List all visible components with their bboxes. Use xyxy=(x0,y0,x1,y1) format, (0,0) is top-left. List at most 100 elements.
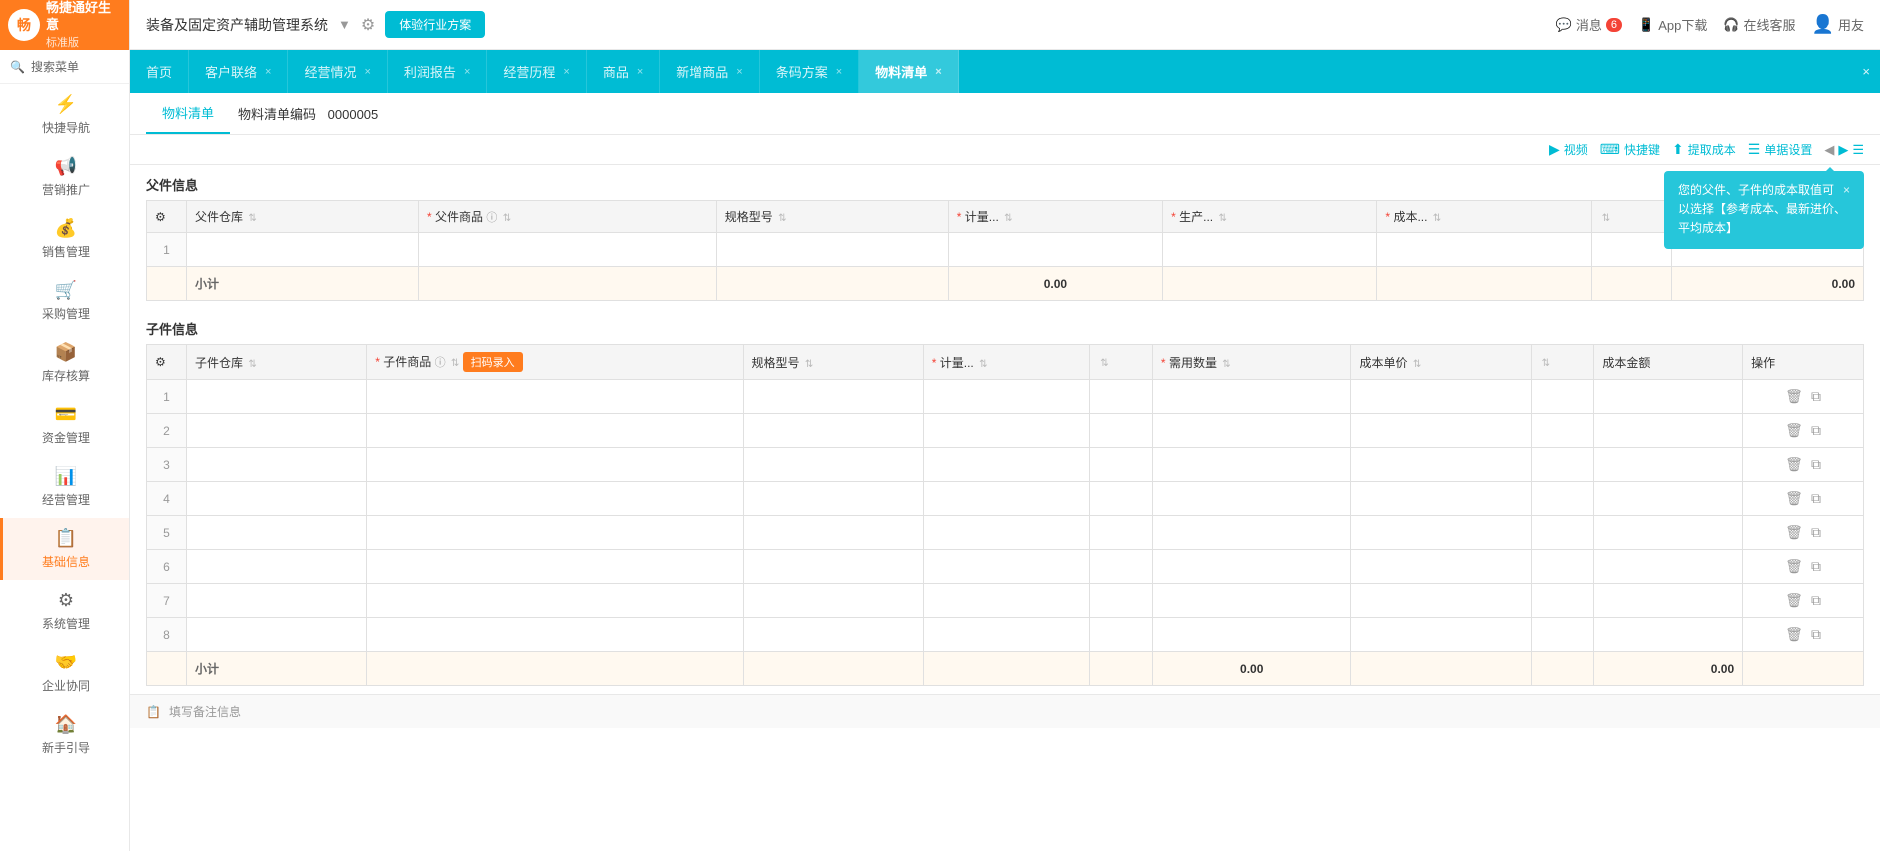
tab-operation-status[interactable]: 经营情况 × xyxy=(288,50,387,93)
tab-add-goods[interactable]: 新增商品 × xyxy=(660,50,759,93)
tab-barcode[interactable]: 条码方案 × xyxy=(760,50,859,93)
delete-icon[interactable]: 🗑 xyxy=(1785,490,1803,507)
tab-operation-history[interactable]: 经营历程 × xyxy=(487,50,586,93)
sidebar-item-marketing[interactable]: 📢 营销推广 xyxy=(0,146,129,208)
tab-home[interactable]: 首页 xyxy=(130,50,189,93)
child-goods-1[interactable] xyxy=(367,380,743,414)
child-quantity-1[interactable] xyxy=(1152,380,1351,414)
child-unitcost-1[interactable] xyxy=(1351,380,1531,414)
copy-icon[interactable]: ⧉ xyxy=(1811,558,1821,575)
copy-icon[interactable]: ⧉ xyxy=(1811,456,1821,473)
app-download-item[interactable]: 📱 App下载 xyxy=(1638,15,1707,34)
experience-btn[interactable]: 体验行业方案 xyxy=(385,11,485,38)
parent-subtotal-label xyxy=(147,267,187,301)
toolbar: ▶ 视频 ⌨ 快捷键 ⬆ 提取成本 ☰ 单据设置 ◀ ▶ ☰ × xyxy=(130,135,1880,165)
sidebar-item-operation[interactable]: 📊 经营管理 xyxy=(0,456,129,518)
tab-customer-close[interactable]: × xyxy=(265,66,271,78)
parent-spec-cell[interactable] xyxy=(716,233,948,267)
parent-cost-cell[interactable] xyxy=(1377,233,1591,267)
child-spec-1[interactable] xyxy=(743,380,923,414)
delete-icon[interactable]: 🗑 xyxy=(1785,422,1803,439)
child-spec-2[interactable] xyxy=(743,414,923,448)
online-service-item[interactable]: 🎧 在线客服 xyxy=(1723,15,1795,34)
extract-cost-btn[interactable]: ⬆ 提取成本 xyxy=(1672,141,1736,158)
sort-icon3: ⇅ xyxy=(778,213,786,224)
sidebar-item-enterprise[interactable]: 🤝 企业协同 xyxy=(0,642,129,704)
parent-col-settings[interactable]: ⚙ xyxy=(147,201,187,233)
sidebar-item-guide[interactable]: 🏠 新手引导 xyxy=(0,704,129,766)
delete-icon[interactable]: 🗑 xyxy=(1785,626,1803,643)
note-placeholder[interactable]: 填写备注信息 xyxy=(169,703,241,720)
prev-icon[interactable]: ◀ xyxy=(1824,142,1834,158)
sidebar-item-inventory[interactable]: 📦 库存核算 xyxy=(0,332,129,394)
sort-icon: ⇅ xyxy=(248,213,256,224)
hotkey-btn[interactable]: ⌨ 快捷键 xyxy=(1600,141,1660,158)
settings-icon[interactable]: ⚙ xyxy=(361,15,375,35)
delete-icon[interactable]: 🗑 xyxy=(1785,388,1803,405)
delete-icon[interactable]: 🗑 xyxy=(1785,558,1803,575)
sidebar-item-quick-nav[interactable]: ⚡ 快捷导航 xyxy=(0,84,129,146)
pagination-controls: ◀ ▶ ☰ xyxy=(1824,142,1864,158)
child-table: ⚙ 子件仓库 ⇅ * 子件商品 ⓘ ⇅ 扫码录入 xyxy=(146,344,1864,686)
tab-operation-close[interactable]: × xyxy=(364,66,370,78)
next-icon[interactable]: ▶ xyxy=(1838,142,1848,158)
parent-goods-cell[interactable] xyxy=(418,233,716,267)
delete-icon[interactable]: 🗑 xyxy=(1785,524,1803,541)
search-menu[interactable]: 🔍 搜索菜单 xyxy=(0,50,129,84)
delete-icon[interactable]: 🗑 xyxy=(1785,456,1803,473)
sidebar-item-sales[interactable]: 💰 销售管理 xyxy=(0,208,129,270)
child-unit-2[interactable] xyxy=(923,414,1090,448)
sub-tabs-bar: 物料清单 物料清单编码 0000005 xyxy=(130,93,1880,135)
search-icon: 🔍 xyxy=(10,60,25,74)
delete-icon[interactable]: 🗑 xyxy=(1785,592,1803,609)
system-title: 装备及固定资产辅助管理系统 xyxy=(146,15,328,35)
parent-production-cell[interactable] xyxy=(1163,233,1377,267)
tab-barcode-close[interactable]: × xyxy=(836,66,842,78)
child-unit-1[interactable] xyxy=(923,380,1090,414)
child-unitcost-2[interactable] xyxy=(1351,414,1531,448)
tooltip-close[interactable]: × xyxy=(1843,181,1850,200)
user-item[interactable]: 👤 用友 xyxy=(1812,14,1864,35)
child-quantity-2[interactable] xyxy=(1152,414,1351,448)
list-view-icon[interactable]: ☰ xyxy=(1852,142,1864,158)
close-all-tabs[interactable]: × xyxy=(1852,52,1880,91)
row-num: 8 xyxy=(147,618,187,652)
child-col-actions: 操作 xyxy=(1743,345,1864,380)
child-warehouse-2[interactable] xyxy=(187,414,367,448)
copy-icon[interactable]: ⧉ xyxy=(1811,388,1821,405)
copy-icon[interactable]: ⧉ xyxy=(1811,524,1821,541)
scan-btn[interactable]: 扫码录入 xyxy=(463,352,523,372)
tab-bom[interactable]: 物料清单 × xyxy=(859,50,958,93)
row-num: 7 xyxy=(147,584,187,618)
message-item[interactable]: 💬 消息 6 xyxy=(1556,15,1622,34)
tab-goods-close[interactable]: × xyxy=(637,66,643,78)
sub-tab-bom-list[interactable]: 物料清单 xyxy=(146,93,230,134)
tab-bom-close[interactable]: × xyxy=(935,66,941,78)
copy-icon[interactable]: ⧉ xyxy=(1811,490,1821,507)
tab-profit-report[interactable]: 利润报告 × xyxy=(388,50,487,93)
child-warehouse-1[interactable] xyxy=(187,380,367,414)
child-goods-2[interactable] xyxy=(367,414,743,448)
copy-icon[interactable]: ⧉ xyxy=(1811,592,1821,609)
sidebar-item-purchase[interactable]: 🛒 采购管理 xyxy=(0,270,129,332)
table-row: 6 🗑 ⧉ xyxy=(147,550,1864,584)
child-actions-1: 🗑 ⧉ xyxy=(1743,380,1864,414)
nav-tabs: 首页 客户联络 × 经营情况 × 利润报告 × 经营历程 × 商品 × 新增商品… xyxy=(130,50,1880,93)
sidebar-item-system[interactable]: ⚙ 系统管理 xyxy=(0,580,129,642)
video-btn[interactable]: ▶ 视频 xyxy=(1549,141,1588,158)
child-col-settings[interactable]: ⚙ xyxy=(147,345,187,380)
parent-warehouse-cell[interactable] xyxy=(187,233,419,267)
parent-col-unit: * 计量... ⇅ xyxy=(948,201,1162,233)
copy-icon[interactable]: ⧉ xyxy=(1811,626,1821,643)
copy-icon[interactable]: ⧉ xyxy=(1811,422,1821,439)
parent-unit-cell[interactable] xyxy=(948,233,1162,267)
sidebar-item-basic-info[interactable]: 📋 基础信息 xyxy=(0,518,129,580)
tab-history-close[interactable]: × xyxy=(563,66,569,78)
tab-goods[interactable]: 商品 × xyxy=(587,50,660,93)
tab-customer[interactable]: 客户联络 × xyxy=(189,50,288,93)
tab-profit-close[interactable]: × xyxy=(464,66,470,78)
header-right: 💬 消息 6 📱 App下载 🎧 在线客服 👤 用友 xyxy=(1556,14,1864,35)
sidebar-item-finance[interactable]: 💳 资金管理 xyxy=(0,394,129,456)
single-settings-btn[interactable]: ☰ 单据设置 xyxy=(1748,141,1813,158)
tab-add-goods-close[interactable]: × xyxy=(736,66,742,78)
